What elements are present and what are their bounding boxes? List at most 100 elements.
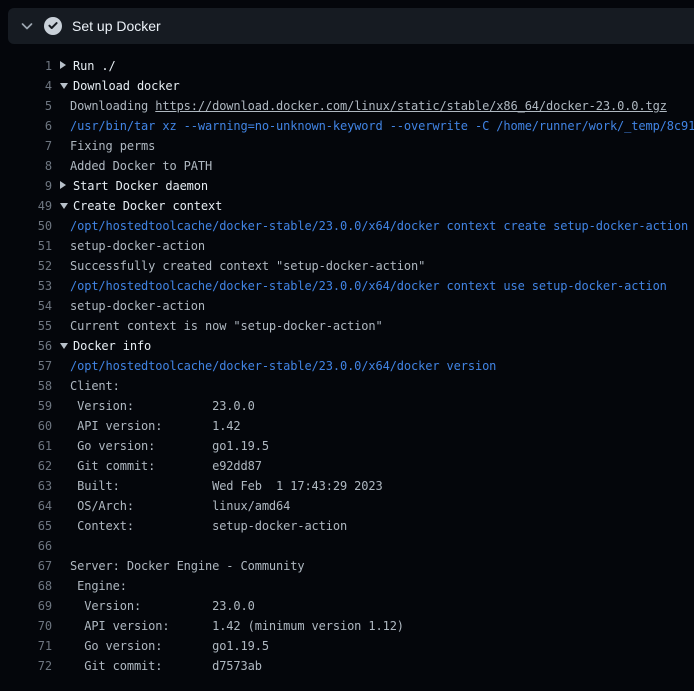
line-number-link[interactable]: 58 [0, 376, 52, 396]
log-line-content: Current context is now "setup-docker-act… [60, 316, 383, 336]
log-line-content: Downloading https://download.docker.com/… [60, 96, 667, 116]
log-line[interactable]: 56 Docker info [0, 336, 694, 356]
group-expanded-icon[interactable] [60, 76, 73, 96]
group-title: Docker info [73, 339, 151, 353]
line-number-link[interactable]: 4 [0, 76, 52, 96]
line-number-link[interactable]: 53 [0, 276, 52, 296]
line-number-link[interactable]: 55 [0, 316, 52, 336]
log-line-content: Git commit: d7573ab [60, 656, 262, 676]
log-line: 67 Server: Docker Engine - Community [0, 556, 694, 576]
log-line: 51 setup-docker-action [0, 236, 694, 256]
log-line-content: Added Docker to PATH [60, 156, 212, 176]
log-line-content: Go version: go1.19.5 [60, 636, 269, 656]
group-collapsed-icon[interactable] [60, 56, 73, 76]
line-number-link[interactable]: 66 [0, 536, 52, 556]
log-line: 71 Go version: go1.19.5 [0, 636, 694, 656]
log-line: 55 Current context is now "setup-docker-… [0, 316, 694, 336]
line-number-link[interactable]: 56 [0, 336, 52, 356]
log-line-content: API version: 1.42 [60, 416, 241, 436]
log-line: 69 Version: 23.0.0 [0, 596, 694, 616]
step-title: Set up Docker [72, 18, 161, 34]
step-header[interactable]: Set up Docker [8, 8, 694, 44]
line-number-link[interactable]: 52 [0, 256, 52, 276]
log-line: 57 /opt/hostedtoolcache/docker-stable/23… [0, 356, 694, 376]
log-line-content: Go version: go1.19.5 [60, 436, 269, 456]
group-expanded-icon[interactable] [60, 336, 73, 356]
line-number-link[interactable]: 1 [0, 56, 52, 76]
log-line: 5 Downloading https://download.docker.co… [0, 96, 694, 116]
log-lines-container: 1 Run ./ 4 Download docker 5 Downloading… [0, 56, 694, 676]
log-line[interactable]: 49 Create Docker context [0, 196, 694, 216]
log-line: 63 Built: Wed Feb 1 17:43:29 2023 [0, 476, 694, 496]
log-line: 62 Git commit: e92dd87 [0, 456, 694, 476]
line-number-link[interactable]: 62 [0, 456, 52, 476]
group-expanded-icon[interactable] [60, 196, 73, 216]
log-line-content: Create Docker context [60, 196, 222, 216]
line-number-link[interactable]: 51 [0, 236, 52, 256]
line-number-link[interactable]: 49 [0, 196, 52, 216]
log-line: 68 Engine: [0, 576, 694, 596]
line-number-link[interactable]: 64 [0, 496, 52, 516]
log-line-content [60, 536, 70, 556]
line-number-link[interactable]: 69 [0, 596, 52, 616]
log-line-content: Start Docker daemon [60, 176, 208, 196]
log-line-content: /opt/hostedtoolcache/docker-stable/23.0.… [60, 276, 667, 296]
log-line: 59 Version: 23.0.0 [0, 396, 694, 416]
log-line-content: API version: 1.42 (minimum version 1.12) [60, 616, 404, 636]
line-number-link[interactable]: 5 [0, 96, 52, 116]
group-collapsed-icon[interactable] [60, 176, 73, 196]
line-number-link[interactable]: 63 [0, 476, 52, 496]
group-title: Start Docker daemon [73, 179, 208, 193]
log-line: 58 Client: [0, 376, 694, 396]
log-line-content: Fixing perms [60, 136, 155, 156]
log-line[interactable]: 9 Start Docker daemon [0, 176, 694, 196]
line-number-link[interactable]: 9 [0, 176, 52, 196]
line-number-link[interactable]: 65 [0, 516, 52, 536]
log-line[interactable]: 1 Run ./ [0, 56, 694, 76]
log-line: 52 Successfully created context "setup-d… [0, 256, 694, 276]
log-line: 72 Git commit: d7573ab [0, 656, 694, 676]
group-title: Create Docker context [73, 199, 222, 213]
line-number-link[interactable]: 71 [0, 636, 52, 656]
log-line-content: Download docker [60, 76, 180, 96]
workflow-log-panel: Set up Docker 1 Run ./ 4 Download docker… [0, 8, 694, 676]
log-line: 6 /usr/bin/tar xz --warning=no-unknown-k… [0, 116, 694, 136]
group-title: Run ./ [73, 59, 116, 73]
line-number-link[interactable]: 8 [0, 156, 52, 176]
log-line-content: setup-docker-action [60, 236, 205, 256]
log-line-content: Run ./ [60, 56, 116, 76]
chevron-down-icon[interactable] [19, 18, 35, 34]
log-line-content: Engine: [60, 576, 127, 596]
log-line: 50 /opt/hostedtoolcache/docker-stable/23… [0, 216, 694, 236]
log-line: 8 Added Docker to PATH [0, 156, 694, 176]
log-line-content: Built: Wed Feb 1 17:43:29 2023 [60, 476, 383, 496]
line-number-link[interactable]: 70 [0, 616, 52, 636]
line-number-link[interactable]: 68 [0, 576, 52, 596]
line-number-link[interactable]: 72 [0, 656, 52, 676]
log-line-content: Successfully created context "setup-dock… [60, 256, 425, 276]
group-title: Download docker [73, 79, 180, 93]
log-line: 53 /opt/hostedtoolcache/docker-stable/23… [0, 276, 694, 296]
status-success-icon [44, 17, 62, 35]
line-number-link[interactable]: 67 [0, 556, 52, 576]
line-number-link[interactable]: 57 [0, 356, 52, 376]
log-line-content: /opt/hostedtoolcache/docker-stable/23.0.… [60, 216, 688, 236]
line-number-link[interactable]: 6 [0, 116, 52, 136]
line-number-link[interactable]: 61 [0, 436, 52, 456]
line-number-link[interactable]: 54 [0, 296, 52, 316]
line-number-link[interactable]: 50 [0, 216, 52, 236]
log-url-link[interactable]: https://download.docker.com/linux/static… [155, 99, 667, 113]
log-line-content: /usr/bin/tar xz --warning=no-unknown-key… [60, 116, 694, 136]
log-line[interactable]: 4 Download docker [0, 76, 694, 96]
log-line-content: Docker info [60, 336, 151, 356]
log-line: 65 Context: setup-docker-action [0, 516, 694, 536]
log-line: 66 [0, 536, 694, 556]
log-line-content: OS/Arch: linux/amd64 [60, 496, 290, 516]
log-line-content: Version: 23.0.0 [60, 596, 255, 616]
line-number-link[interactable]: 59 [0, 396, 52, 416]
log-line: 70 API version: 1.42 (minimum version 1.… [0, 616, 694, 636]
line-number-link[interactable]: 7 [0, 136, 52, 156]
log-line: 64 OS/Arch: linux/amd64 [0, 496, 694, 516]
log-line: 7 Fixing perms [0, 136, 694, 156]
line-number-link[interactable]: 60 [0, 416, 52, 436]
